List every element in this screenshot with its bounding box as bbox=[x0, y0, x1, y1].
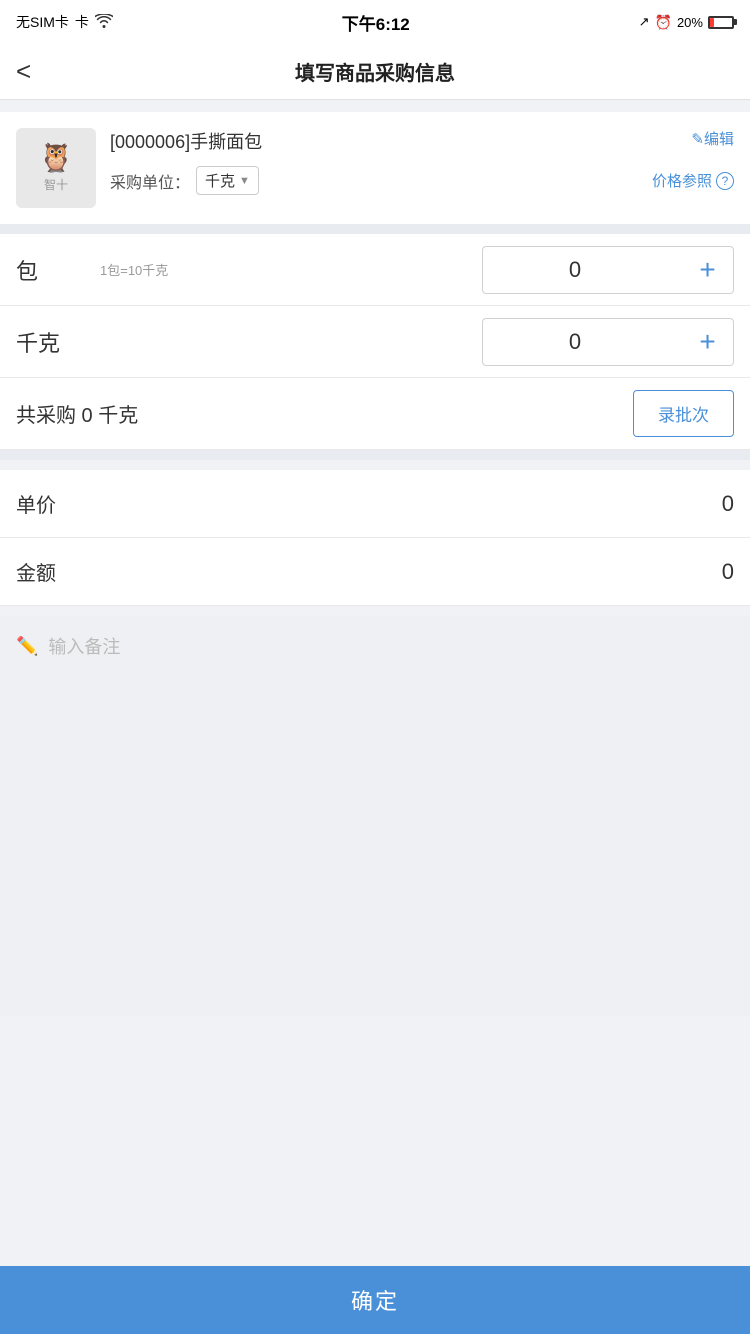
unit-value: 千克 bbox=[205, 170, 235, 191]
unit-select[interactable]: 千克 ▼ bbox=[196, 166, 259, 195]
alarm-icon: ⏰ bbox=[655, 14, 672, 31]
unit-label: 采购单位： bbox=[110, 169, 190, 193]
bao-label: 包 bbox=[16, 254, 96, 286]
bao-input[interactable] bbox=[482, 246, 682, 294]
unit-selector-group: 采购单位： 千克 ▼ bbox=[110, 166, 259, 195]
kilogram-plus-button[interactable]: + bbox=[682, 318, 734, 366]
status-right: ↗ ⏰ 20% bbox=[639, 14, 734, 31]
unit-price-row: 单价 0 bbox=[0, 470, 750, 538]
summary-section: 共采购 0 千克 录批次 bbox=[0, 378, 750, 450]
section-divider-2 bbox=[0, 450, 750, 460]
product-name: [0000006]手撕面包 bbox=[110, 128, 262, 154]
bao-plus-button[interactable]: + bbox=[682, 246, 734, 294]
kilogram-input[interactable] bbox=[482, 318, 682, 366]
page-title: 填写商品采购信息 bbox=[295, 57, 455, 86]
carrier-label: 无SIM卡 bbox=[16, 12, 69, 32]
price-section: 单价 0 金额 0 bbox=[0, 470, 750, 606]
gps-icon: ↗ bbox=[639, 14, 650, 30]
sim-icon: 卡 bbox=[75, 12, 89, 32]
pencil-icon: ✏️ bbox=[16, 636, 38, 657]
kilogram-input-row: 千克 + bbox=[0, 306, 750, 378]
product-logo-symbol: 🦉 bbox=[39, 144, 74, 172]
price-reference-button[interactable]: 价格参照 ? bbox=[652, 170, 734, 191]
product-logo: 🦉 智十 bbox=[39, 144, 74, 193]
remark-section[interactable]: ✏️ 输入备注 bbox=[0, 616, 750, 676]
bao-sublabel: 1包=10千克 bbox=[100, 260, 168, 279]
status-bar: 无SIM卡 卡 下午6:12 ↗ ⏰ 20% bbox=[0, 0, 750, 44]
status-time: 下午6:12 bbox=[342, 10, 410, 35]
back-button[interactable]: < bbox=[8, 48, 39, 95]
battery-percent: 20% bbox=[677, 15, 703, 30]
bao-input-group: + bbox=[482, 246, 734, 294]
nav-bar: < 填写商品采购信息 bbox=[0, 44, 750, 100]
kilogram-label: 千克 bbox=[16, 326, 96, 358]
amount-value: 0 bbox=[722, 559, 734, 585]
unit-price-label: 单价 bbox=[16, 489, 56, 518]
status-left: 无SIM卡 卡 bbox=[16, 12, 113, 32]
product-header: [0000006]手撕面包 ✎编辑 bbox=[110, 128, 734, 154]
question-icon: ? bbox=[716, 172, 734, 190]
product-unit-row: 采购单位： 千克 ▼ 价格参照 ? bbox=[110, 166, 734, 195]
chevron-down-icon: ▼ bbox=[239, 175, 250, 187]
kilogram-input-group: + bbox=[482, 318, 734, 366]
battery-icon bbox=[708, 16, 734, 29]
product-info: [0000006]手撕面包 ✎编辑 采购单位： 千克 ▼ 价格参照 ? bbox=[110, 128, 734, 195]
product-logo-text: 智十 bbox=[39, 176, 74, 193]
input-section: 包 1包=10千克 + 千克 + bbox=[0, 234, 750, 378]
content-filler bbox=[0, 676, 750, 1016]
remark-placeholder: 输入备注 bbox=[48, 633, 120, 659]
unit-price-value: 0 bbox=[722, 491, 734, 517]
record-batch-button[interactable]: 录批次 bbox=[633, 390, 734, 437]
section-divider-1 bbox=[0, 224, 750, 234]
confirm-button[interactable]: 确定 bbox=[0, 1266, 750, 1334]
battery-fill bbox=[710, 18, 714, 27]
wifi-icon bbox=[95, 14, 113, 31]
summary-text: 共采购 0 千克 bbox=[16, 399, 138, 428]
price-ref-label: 价格参照 bbox=[652, 170, 712, 191]
amount-label: 金额 bbox=[16, 557, 56, 586]
product-card: 🦉 智十 [0000006]手撕面包 ✎编辑 采购单位： 千克 ▼ 价格参照 ? bbox=[0, 112, 750, 224]
amount-row: 金额 0 bbox=[0, 538, 750, 606]
edit-button[interactable]: ✎编辑 bbox=[691, 128, 734, 149]
bao-input-row: 包 1包=10千克 + bbox=[0, 234, 750, 306]
product-image: 🦉 智十 bbox=[16, 128, 96, 208]
